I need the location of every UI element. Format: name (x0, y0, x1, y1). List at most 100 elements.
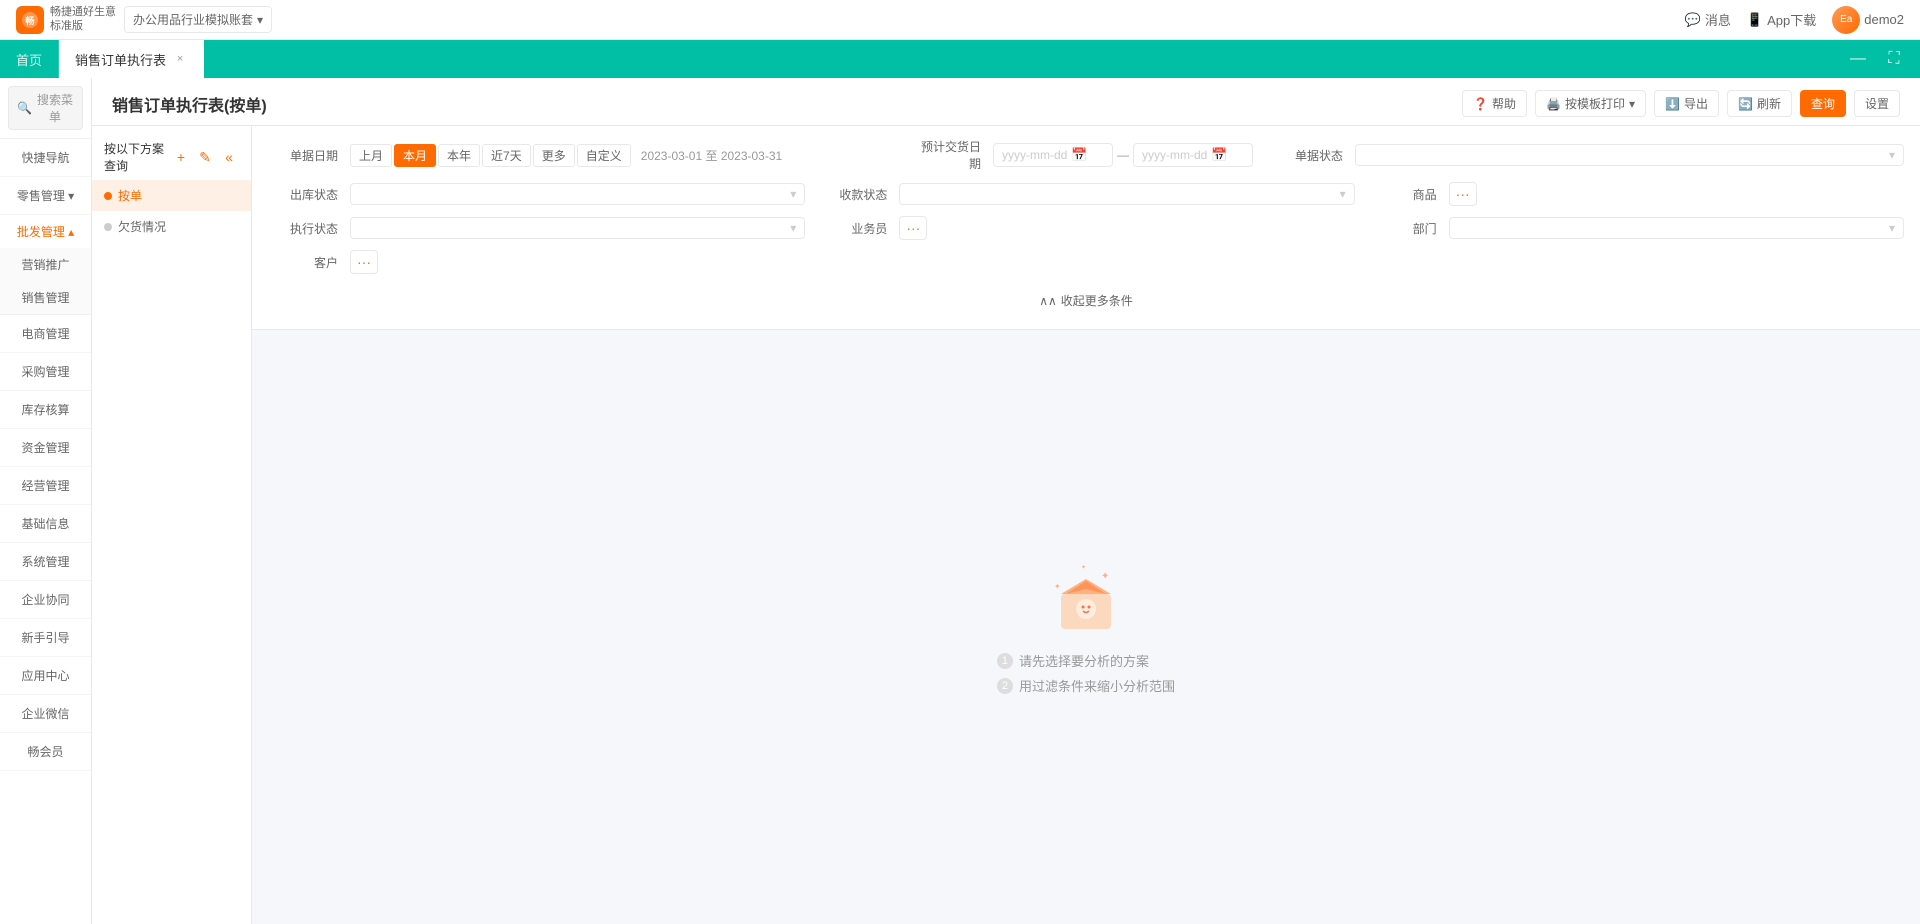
logo-icon: 畅 (16, 6, 44, 34)
help-button[interactable]: ❓ 帮助 (1462, 90, 1527, 117)
tip-num-2: 2 (997, 678, 1013, 694)
date-tab-custom[interactable]: 自定义 (577, 144, 631, 167)
status-label: 单据状态 (1273, 147, 1343, 164)
sidebar-item-system[interactable]: 系统管理 (0, 543, 91, 581)
settings-button[interactable]: 设置 (1854, 90, 1900, 117)
export-button[interactable]: ⬇️ 导出 (1654, 90, 1719, 117)
sidebar-item-enterprise[interactable]: 企业协同 (0, 581, 91, 619)
empty-tip-2: 2 用过滤条件来缩小分析范围 (997, 676, 1175, 695)
date-end-placeholder: yyyy-mm-dd (1142, 148, 1207, 162)
payment-status-label: 收款状态 (817, 186, 887, 203)
tip-text-1: 请先选择要分析的方案 (1019, 651, 1149, 670)
expected-date-label: 预计交货日期 (911, 138, 981, 172)
sidebar-item-wholesale[interactable]: 批发管理 ▴ (0, 215, 91, 248)
date-tab-more[interactable]: 更多 (533, 144, 575, 167)
sidebar-search: 🔍 搜索菜单 (0, 78, 91, 139)
date-range-text: 2023-03-01 至 2023-03-31 (641, 147, 782, 164)
sidebar-item-newbie[interactable]: 新手引导 (0, 619, 91, 657)
username-label: demo2 (1864, 12, 1904, 27)
sidebar-item-label: 资金管理 (21, 441, 69, 455)
tip-text-2: 用过滤条件来缩小分析范围 (1019, 676, 1175, 695)
print-chevron-icon: ▾ (1629, 97, 1635, 111)
sidebar-item-finance[interactable]: 资金管理 (0, 429, 91, 467)
app-download-action[interactable]: 📱 App下载 (1747, 10, 1816, 29)
date-start-placeholder: yyyy-mm-dd (1002, 148, 1067, 162)
collapse-panel-button[interactable]: « (219, 147, 239, 167)
add-icon: + (177, 149, 185, 165)
dept-control (1449, 217, 1904, 239)
tab-active[interactable]: 销售订单执行表 × (59, 40, 204, 78)
add-scheme-button[interactable]: + (171, 147, 191, 167)
app-download-label: App下载 (1767, 10, 1816, 29)
status-select[interactable] (1355, 144, 1904, 166)
sidebar-subitem-sales[interactable]: 销售管理 (0, 281, 91, 314)
customer-select-button[interactable]: ··· (350, 250, 378, 274)
logo-text: 畅捷通好生意 标准版 (50, 6, 116, 32)
refresh-button[interactable]: 🔄 刷新 (1727, 90, 1792, 117)
expected-date-start[interactable]: yyyy-mm-dd 📅 (993, 143, 1113, 167)
date-tab-last-7-days[interactable]: 近7天 (482, 144, 531, 167)
export-label: 导出 (1684, 95, 1708, 112)
date-tab-this-year[interactable]: 本年 (438, 144, 480, 167)
salesman-control: ··· (899, 216, 1354, 240)
print-button[interactable]: 🖨️ 按模板打印 ▾ (1535, 90, 1646, 117)
tab-maximize-button[interactable]: ⛶ (1880, 45, 1908, 73)
search-menu-button[interactable]: 🔍 搜索菜单 (8, 86, 83, 130)
sidebar-item-purchase[interactable]: 采购管理 (0, 353, 91, 391)
sidebar-item-label: 企业协同 (21, 593, 69, 607)
tab-close-button[interactable]: × (172, 51, 188, 67)
sidebar-item-quick-nav[interactable]: 快捷导航 (0, 139, 91, 177)
scheme-item-label: 按单 (118, 187, 142, 204)
date-tabs: 上月 本月 本年 近7天 更多 自定义 (350, 144, 631, 167)
tab-home[interactable]: 首页 (0, 40, 59, 78)
exec-chevron-icon (790, 221, 796, 235)
sidebar-item-member[interactable]: 畅会员 (0, 733, 91, 771)
nav-dropdown[interactable]: 办公用品行业模拟账套 ▾ (124, 6, 272, 33)
main-layout: 🔍 搜索菜单 快捷导航 零售管理 ▾ 批发管理 ▴ 营销推广 销售管理 电商管理… (0, 78, 1920, 924)
user-action[interactable]: Ea demo2 (1832, 6, 1904, 34)
help-icon: ❓ (1473, 97, 1488, 111)
dept-label: 部门 (1367, 220, 1437, 237)
message-action[interactable]: 💬 消息 (1685, 10, 1731, 29)
left-panel-title: 按以下方案查询 (104, 140, 171, 174)
payment-status-select[interactable] (899, 183, 1354, 205)
left-panel: 按以下方案查询 + ✎ « 按单 (92, 126, 252, 924)
dept-select[interactable] (1449, 217, 1904, 239)
query-button[interactable]: 查询 (1800, 90, 1846, 117)
sidebar-item-ecommerce[interactable]: 电商管理 (0, 315, 91, 353)
expected-date-end[interactable]: yyyy-mm-dd 📅 (1133, 143, 1253, 167)
svg-text:✦: ✦ (1101, 571, 1109, 582)
sidebar-item-retail[interactable]: 零售管理 ▾ (0, 177, 91, 215)
sidebar-item-operations[interactable]: 经营管理 (0, 467, 91, 505)
sidebar-item-inventory[interactable]: 库存核算 (0, 391, 91, 429)
edit-scheme-button[interactable]: ✎ (195, 147, 215, 167)
collapse-filter-button[interactable]: ∧∧ 收起更多条件 (1027, 288, 1145, 313)
sidebar-item-label: 采购管理 (21, 365, 69, 379)
sidebar-item-label: 系统管理 (21, 555, 69, 569)
tab-bar: 首页 销售订单执行表 × — ⛶ (0, 40, 1920, 78)
sidebar-item-label: 新手引导 (21, 631, 69, 645)
sidebar-item-basic-info[interactable]: 基础信息 (0, 505, 91, 543)
sidebar-item-appcenter[interactable]: 应用中心 (0, 657, 91, 695)
scheme-item-shortage[interactable]: 欠货情况 (92, 211, 251, 242)
tab-minimize-button[interactable]: — (1844, 45, 1872, 73)
left-panel-actions: + ✎ « (171, 147, 239, 167)
goods-control: ··· (1449, 182, 1904, 206)
collapse-icon: « (225, 149, 233, 165)
scheme-item-order[interactable]: 按单 (92, 180, 251, 211)
salesman-select-button[interactable]: ··· (899, 216, 927, 240)
exec-status-select[interactable] (350, 217, 805, 239)
date-tab-this-month[interactable]: 本月 (394, 144, 436, 167)
date-filter-control: 上月 本月 本年 近7天 更多 自定义 2023-03-01 至 2023-03… (350, 144, 899, 167)
ship-status-select[interactable] (350, 183, 805, 205)
sidebar-item-label: 应用中心 (21, 669, 69, 683)
sidebar-item-label: 零售管理 ▾ (17, 189, 74, 203)
sidebar-subitem-marketing[interactable]: 营销推广 (0, 248, 91, 281)
collapse-up-icon: ∧∧ (1039, 294, 1057, 308)
message-icon: 💬 (1685, 12, 1701, 28)
goods-select-button[interactable]: ··· (1449, 182, 1477, 206)
date-tab-last-month[interactable]: 上月 (350, 144, 392, 167)
sidebar-item-wechat[interactable]: 企业微信 (0, 695, 91, 733)
help-label: 帮助 (1492, 95, 1516, 112)
empty-state: ✦ ✦ ✦ 1 请先选择要分析的方案 (252, 330, 1920, 924)
